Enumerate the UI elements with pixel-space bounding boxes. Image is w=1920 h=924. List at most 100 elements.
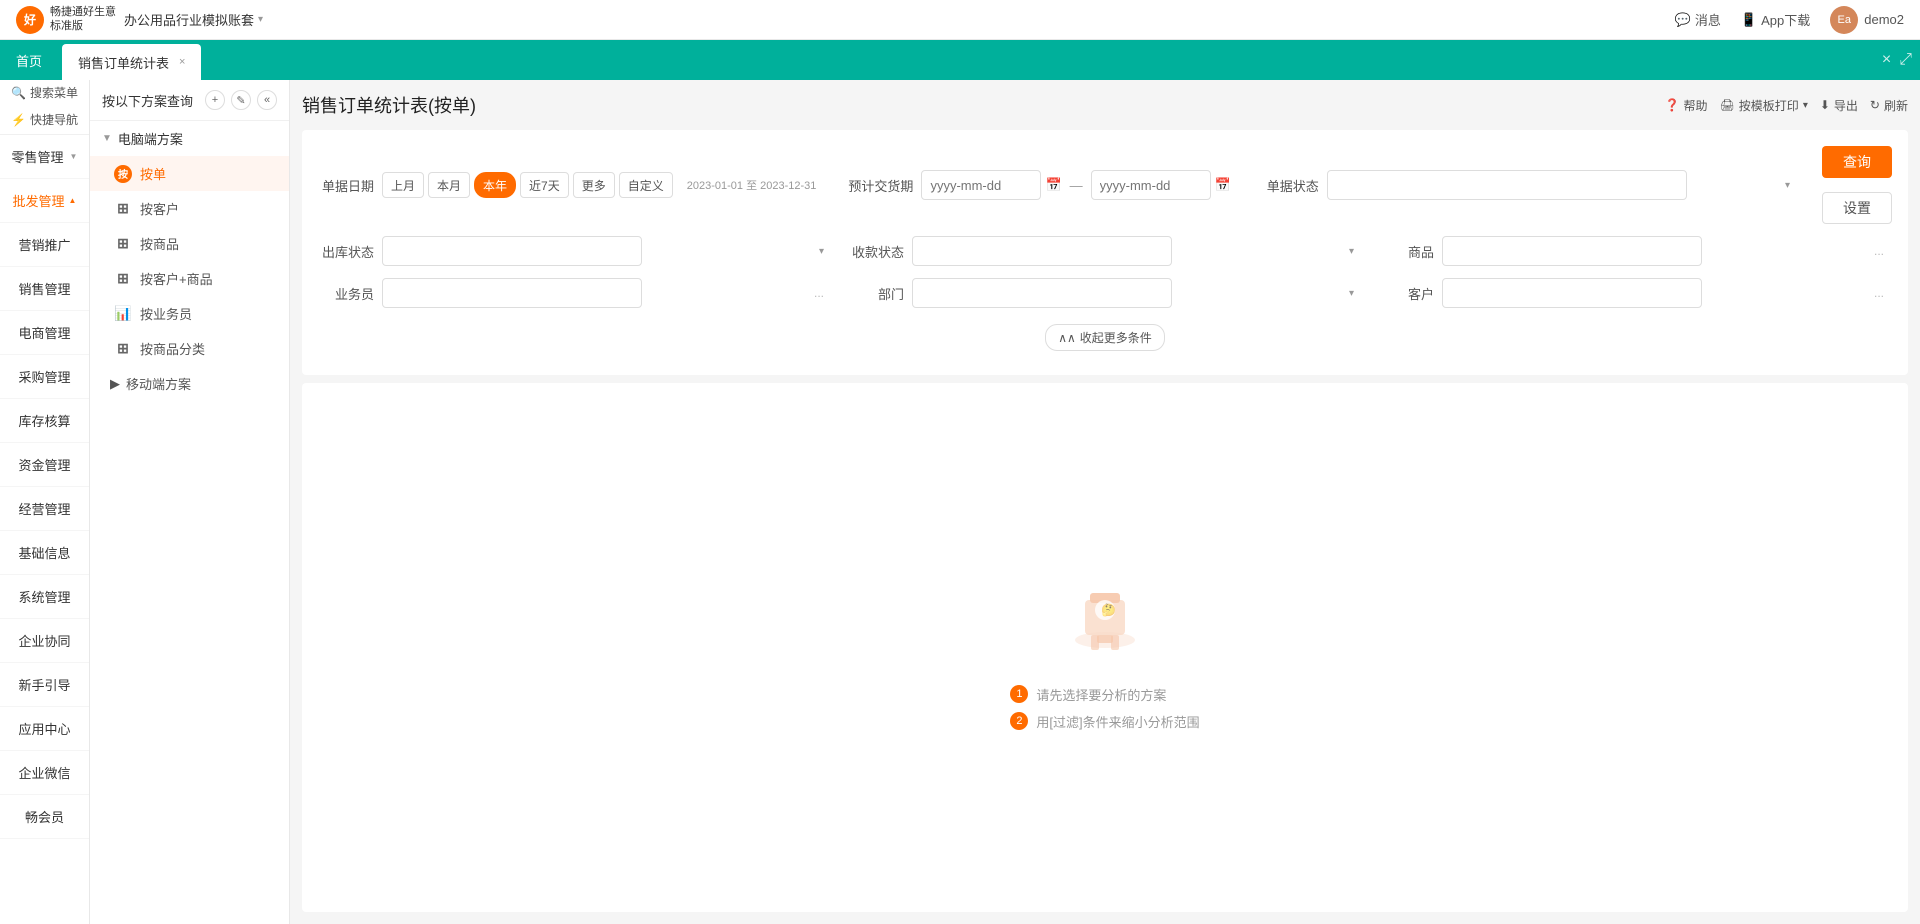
app-download-button[interactable]: 📱 App下载 xyxy=(1741,10,1810,29)
pc-section-arrow: ▼ xyxy=(102,133,112,144)
customer-filter-item: 客户 ... xyxy=(1378,278,1892,308)
empty-illustration: 🤔 xyxy=(1055,565,1155,665)
search-menu-button[interactable]: 🔍 搜索菜单 xyxy=(0,80,89,105)
sidebar-item-inventory[interactable]: 库存核算 xyxy=(0,399,89,443)
sidebar-item-operations[interactable]: 经营管理 xyxy=(0,487,89,531)
tab-maximize-button[interactable]: ⤢ xyxy=(1899,51,1912,69)
sidebar-item-marketing[interactable]: 营销推广 xyxy=(0,223,89,267)
sidebar-item-member[interactable]: 畅会员 xyxy=(0,795,89,839)
sidebar-item-enterprise[interactable]: 企业协同 xyxy=(0,619,89,663)
goods-input[interactable] xyxy=(1442,236,1702,266)
sidebar-item-newbie[interactable]: 新手引导 xyxy=(0,663,89,707)
scheme-item-by-goods[interactable]: ⊞ 按商品 xyxy=(90,226,289,261)
date-btn-lastmonth[interactable]: 上月 xyxy=(382,172,424,198)
scheme-item-by-customer-goods[interactable]: ⊞ 按客户+商品 xyxy=(90,261,289,296)
search-icon: 🔍 xyxy=(11,86,26,100)
scheme-pc-header[interactable]: ▼ 电脑端方案 xyxy=(90,121,289,156)
date-filter-item: 单据日期 上月 本月 本年 近7天 更多 自定义 2023-01-01 至 20… xyxy=(318,172,816,198)
page-title-row: 销售订单统计表(按单) ❓ 帮助 🖨 按模板打印 ▾ ⬇ 导出 ↻ 刷新 xyxy=(302,92,1908,118)
department-label: 部门 xyxy=(848,284,904,303)
scheme-item-by-goods-category[interactable]: ⊞ 按商品分类 xyxy=(90,331,289,366)
tab-sales-stats[interactable]: 销售订单统计表 × xyxy=(62,44,201,80)
expected-date-to[interactable] xyxy=(1091,170,1211,200)
sidebar-item-appcenter[interactable]: 应用中心 xyxy=(0,707,89,751)
department-select[interactable] xyxy=(912,278,1172,308)
sidebar-item-system[interactable]: 系统管理 xyxy=(0,575,89,619)
by-customer-goods-icon: ⊞ xyxy=(114,270,132,288)
status-select[interactable] xyxy=(1327,170,1687,200)
scheme-add-button[interactable]: + xyxy=(205,90,225,110)
calendar-icon-to[interactable]: 📅 xyxy=(1215,177,1231,193)
scheme-item-by-customer[interactable]: ⊞ 按客户 xyxy=(90,191,289,226)
query-button[interactable]: 查询 xyxy=(1822,146,1892,178)
scheme-header: 按以下方案查询 + ✎ « xyxy=(90,80,289,121)
scheme-item-by-order[interactable]: 按 按单 xyxy=(90,156,289,191)
sidebar-item-sales[interactable]: 销售管理 xyxy=(0,267,89,311)
tab-minimize-button[interactable]: × xyxy=(1882,51,1891,69)
export-button[interactable]: ⬇ 导出 xyxy=(1820,97,1858,114)
customer-more-icon[interactable]: ... xyxy=(1874,286,1884,300)
payment-status-item: 收款状态 ▾ xyxy=(848,236,1362,266)
ship-status-arrow: ▾ xyxy=(819,246,824,257)
sidebar-item-purchase[interactable]: 采购管理 xyxy=(0,355,89,399)
app-title[interactable]: 办公用品行业模拟账套 ▾ xyxy=(124,10,263,29)
step-1-num: 1 xyxy=(1010,685,1028,703)
help-button[interactable]: ❓ 帮助 xyxy=(1665,97,1708,114)
date-label: 单据日期 xyxy=(318,176,374,195)
date-btn-thisyear[interactable]: 本年 xyxy=(474,172,516,198)
payment-status-arrow: ▾ xyxy=(1349,246,1354,257)
logo-area: 好 畅捷通好生意 标准版 xyxy=(16,6,116,34)
mobile-section-arrow: ▶ xyxy=(110,376,120,392)
scheme-header-label: 按以下方案查询 xyxy=(102,91,193,110)
calendar-icon-from[interactable]: 📅 xyxy=(1045,177,1061,193)
sidebar-item-wholesale[interactable]: 批发管理 xyxy=(0,179,89,223)
refresh-button[interactable]: ↻ 刷新 xyxy=(1870,97,1908,114)
action-buttons: 查询 设置 xyxy=(1822,146,1892,224)
top-bar-right: 💬 消息 📱 App下载 Ea demo2 xyxy=(1675,6,1904,34)
date-btn-custom[interactable]: 自定义 xyxy=(619,172,673,198)
collapse-button[interactable]: ∧∧ 收起更多条件 xyxy=(1045,324,1165,351)
tab-close-icon[interactable]: × xyxy=(179,56,185,68)
payment-status-select[interactable] xyxy=(912,236,1172,266)
goods-more-icon[interactable]: ... xyxy=(1874,244,1884,258)
salesperson-label: 业务员 xyxy=(318,284,374,303)
scheme-edit-button[interactable]: ✎ xyxy=(231,90,251,110)
sidebar-item-wechat[interactable]: 企业微信 xyxy=(0,751,89,795)
scheme-collapse-button[interactable]: « xyxy=(257,90,277,110)
page-title: 销售订单统计表(按单) xyxy=(302,92,476,118)
empty-step-1: 1 请先选择要分析的方案 xyxy=(1010,685,1199,704)
salesperson-more-icon[interactable]: ... xyxy=(814,286,824,300)
tab-home[interactable]: 首页 xyxy=(0,40,58,80)
quick-nav-button[interactable]: ⚡ 快捷导航 xyxy=(0,105,89,135)
print-button[interactable]: 🖨 按模板打印 ▾ xyxy=(1720,97,1808,114)
sidebar-item-ecommerce[interactable]: 电商管理 xyxy=(0,311,89,355)
scheme-mobile-header[interactable]: ▶ 移动端方案 xyxy=(90,366,289,401)
collapse-bar: ∧∧ 收起更多条件 xyxy=(318,316,1892,359)
scheme-item-by-salesperson[interactable]: 📊 按业务员 xyxy=(90,296,289,331)
refresh-icon: ↻ xyxy=(1870,98,1880,112)
svg-text:🤔: 🤔 xyxy=(1101,603,1116,617)
date-btn-thismonth[interactable]: 本月 xyxy=(428,172,470,198)
tab-bar-actions: × ⤢ xyxy=(1882,51,1912,69)
by-customer-icon: ⊞ xyxy=(114,200,132,218)
expected-date-label: 预计交货期 xyxy=(848,176,913,195)
customer-input[interactable] xyxy=(1442,278,1702,308)
message-button[interactable]: 💬 消息 xyxy=(1675,10,1721,29)
salesperson-input[interactable] xyxy=(382,278,642,308)
status-label: 单据状态 xyxy=(1263,176,1319,195)
user-menu[interactable]: Ea demo2 xyxy=(1830,6,1904,34)
ship-status-select[interactable] xyxy=(382,236,642,266)
logo-text: 畅捷通好生意 标准版 xyxy=(50,6,116,32)
date-filter-group: 上月 本月 本年 近7天 更多 自定义 xyxy=(382,172,673,198)
main-content: 销售订单统计表(按单) ❓ 帮助 🖨 按模板打印 ▾ ⬇ 导出 ↻ 刷新 xyxy=(290,80,1920,924)
date-btn-7days[interactable]: 近7天 xyxy=(520,172,569,198)
sidebar-item-finance[interactable]: 资金管理 xyxy=(0,443,89,487)
expected-date-from[interactable] xyxy=(921,170,1041,200)
sidebar-item-retail[interactable]: 零售管理 xyxy=(0,135,89,179)
page-title-actions: ❓ 帮助 🖨 按模板打印 ▾ ⬇ 导出 ↻ 刷新 xyxy=(1665,97,1908,114)
ship-status-label: 出库状态 xyxy=(318,242,374,261)
settings-button[interactable]: 设置 xyxy=(1822,192,1892,224)
date-btn-more[interactable]: 更多 xyxy=(573,172,615,198)
user-avatar: Ea xyxy=(1830,6,1858,34)
sidebar-item-basics[interactable]: 基础信息 xyxy=(0,531,89,575)
